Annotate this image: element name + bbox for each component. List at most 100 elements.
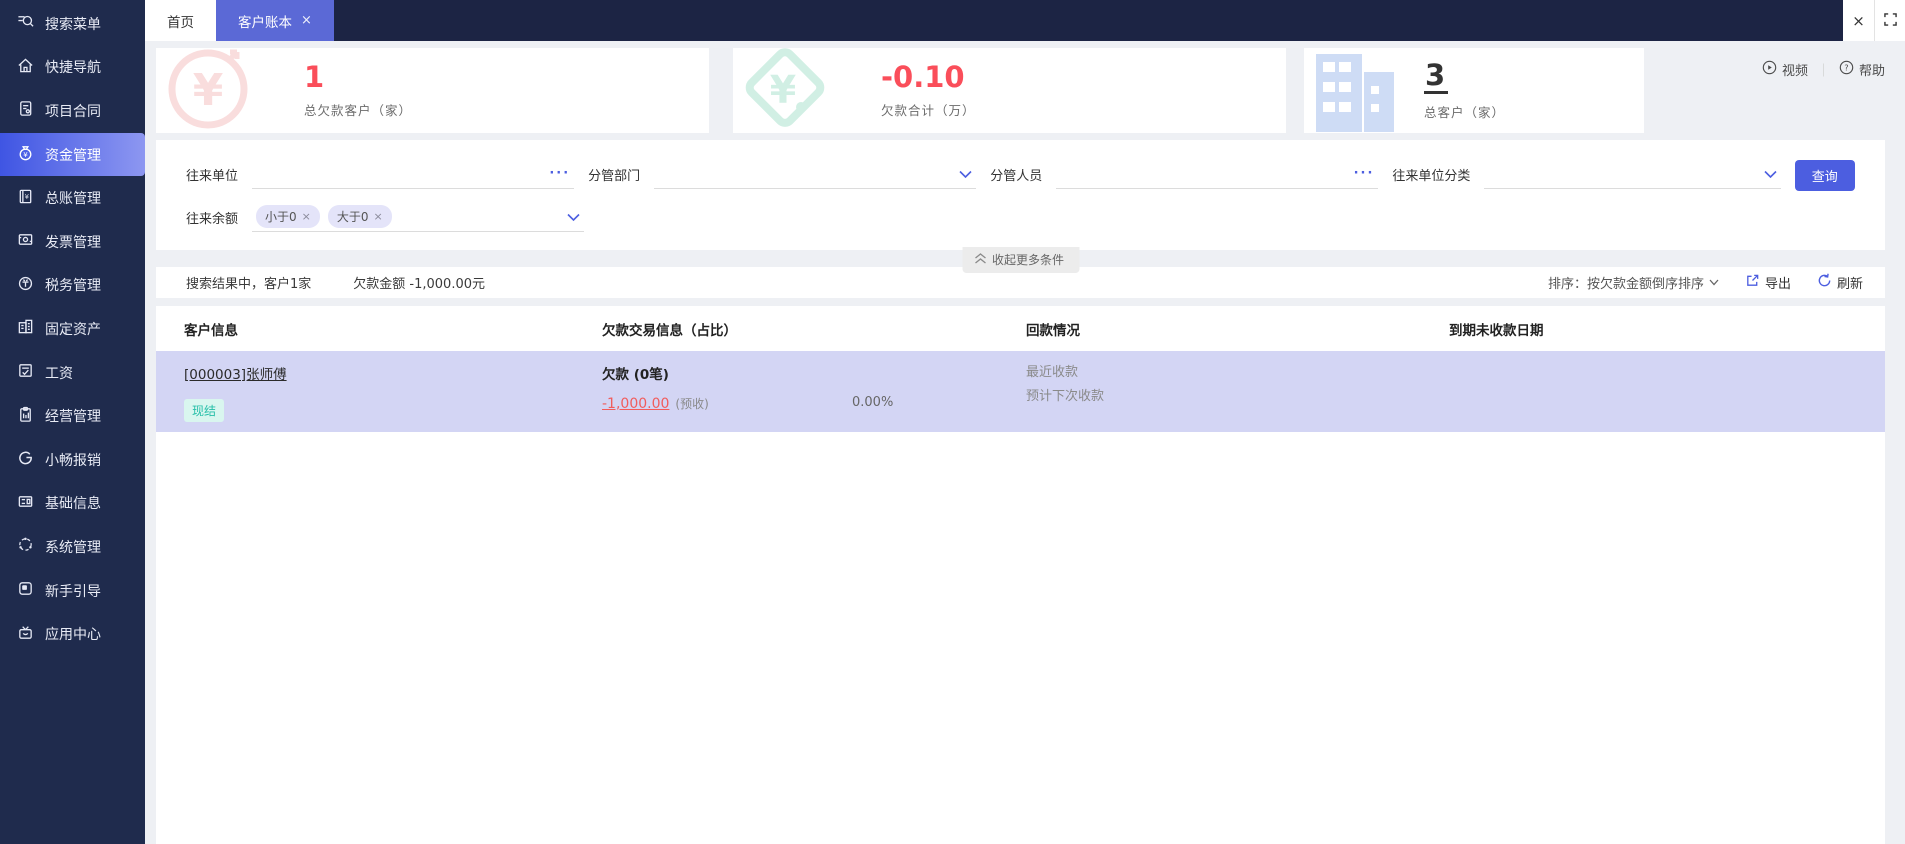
debt-count: 欠款 (0笔)	[602, 367, 669, 383]
yuan-diamond-icon: ¥	[739, 48, 831, 133]
filter-field-balance: 往来余额 小于0 × 大于0 ×	[186, 205, 584, 232]
divider: ｜	[1816, 64, 1830, 79]
unit-input[interactable]: ···	[252, 162, 575, 189]
ellipsis-picker-icon[interactable]: ···	[549, 167, 570, 180]
card-total-debt-customers: ¥ 1 总欠款客户（家）	[156, 48, 709, 133]
chevron-down-icon	[1709, 275, 1719, 290]
tab-customer-ledger[interactable]: 客户账本 ×	[216, 0, 334, 41]
sidebar-item-xiaochang-reimburse[interactable]: 小畅报销	[0, 438, 145, 482]
customer-table: 客户信息 欠款交易信息（占比） 回款情况 到期未收款日期 [000003]张师傅…	[156, 306, 1885, 844]
video-link[interactable]: 视频	[1762, 60, 1808, 79]
buildings-icon	[1310, 48, 1406, 133]
tag-close-icon[interactable]: ×	[302, 210, 311, 223]
fullscreen-button[interactable]	[1874, 0, 1905, 41]
sidebar-item-label: 小畅报销	[45, 452, 101, 469]
ellipsis-picker-icon[interactable]: ···	[1354, 167, 1375, 180]
filter-row-1: 往来单位 ··· 分管部门 分管人员 ··· 往来单位分类 查询	[186, 160, 1856, 191]
sidebar-item-label: 总账管理	[45, 191, 101, 208]
field-label: 往来单位	[186, 169, 239, 184]
recent-payment-label: 最近收款	[1026, 365, 1079, 380]
filter-panel: 往来单位 ··· 分管部门 分管人员 ··· 往来单位分类 查询 往来余额 小于…	[156, 140, 1885, 273]
sidebar-item-label: 项目合同	[45, 103, 101, 120]
sort-control[interactable]: 排序：按欠款金额倒序排序	[1548, 273, 1719, 292]
card-label: 总欠款客户（家）	[304, 102, 413, 118]
svg-text:¥: ¥	[770, 68, 796, 112]
chevron-down-icon[interactable]	[567, 207, 580, 226]
system-icon	[17, 536, 34, 557]
sidebar-item-salary[interactable]: 工资	[0, 351, 145, 395]
close-tab-button[interactable]: ×	[1843, 0, 1874, 41]
summary-cards: ¥ 1 总欠款客户（家） ¥ -0.10 欠款合计（万） 3 总客户（家） 视频…	[156, 48, 1885, 133]
customer-link[interactable]: [000003]张师傅	[184, 367, 287, 383]
clipboard-icon	[17, 406, 34, 427]
ledger-icon: ¥	[17, 188, 34, 209]
tab-close-icon[interactable]: ×	[301, 13, 312, 28]
sidebar-item-app-center[interactable]: 应用中心	[0, 612, 145, 656]
filter-tag-greater-than-zero[interactable]: 大于0 ×	[327, 205, 392, 228]
sidebar-item-funds-management[interactable]: ¥ 资金管理	[0, 132, 145, 177]
building-icon	[17, 318, 34, 339]
tab-bar: 首页 客户账本 × ×	[145, 0, 1905, 41]
id-card-icon	[17, 493, 34, 514]
sidebar-item-label: 资金管理	[45, 147, 101, 164]
sidebar-item-tax-management[interactable]: 税务管理	[0, 264, 145, 308]
dept-select[interactable]	[654, 162, 977, 189]
help-label: 帮助	[1858, 64, 1885, 79]
sidebar-item-label: 发票管理	[45, 234, 101, 251]
category-select[interactable]	[1484, 162, 1781, 189]
sidebar-item-quick-nav[interactable]: 快捷导航	[0, 46, 145, 90]
export-button[interactable]: 导出	[1745, 273, 1791, 292]
export-label: 导出	[1764, 277, 1791, 292]
filter-tag-less-than-zero[interactable]: 小于0 ×	[256, 205, 320, 228]
header-debt-info: 欠款交易信息（占比）	[602, 322, 737, 339]
debt-amount-note: (预收)	[675, 397, 709, 411]
sidebar-item-operations-management[interactable]: 经营管理	[0, 394, 145, 438]
sort-label: 排序：按欠款金额倒序排序	[1547, 277, 1704, 292]
sidebar-item-system-management[interactable]: 系统管理	[0, 525, 145, 569]
sidebar-item-search-menu[interactable]: 搜索菜单	[0, 2, 145, 46]
tag-close-icon[interactable]: ×	[374, 210, 383, 223]
sidebar-item-fixed-assets[interactable]: 固定资产	[0, 307, 145, 351]
svg-text:¥: ¥	[25, 193, 29, 201]
tab-bar-spacer	[334, 0, 1843, 41]
person-input[interactable]: ···	[1056, 162, 1379, 189]
filter-field-dept: 分管部门	[588, 162, 977, 189]
search-button[interactable]: 查询	[1794, 160, 1856, 191]
sidebar-item-project-contract[interactable]: 项目合同	[0, 89, 145, 133]
close-icon: ×	[1852, 11, 1865, 30]
field-label: 分管人员	[990, 169, 1043, 184]
sidebar-item-basic-info[interactable]: 基础信息	[0, 482, 145, 526]
table-row[interactable]: [000003]张师傅 现结 欠款 (0笔) -1,000.00 (预收) 0.…	[156, 351, 1885, 432]
yuan-circle-icon: ¥	[162, 48, 254, 133]
payment-type-badge: 现结	[184, 399, 225, 422]
field-label: 往来余额	[186, 212, 239, 227]
tax-icon	[17, 275, 34, 296]
sidebar-item-label: 新手引导	[45, 583, 101, 600]
results-amount: 欠款金额 -1,000.00元	[353, 277, 485, 292]
sidebar-item-label: 固定资产	[45, 321, 101, 338]
debt-amount-link[interactable]: -1,000.00	[602, 396, 669, 412]
help-link[interactable]: ? 帮助	[1839, 60, 1885, 79]
sidebar-item-newbie-guide[interactable]: 新手引导	[0, 569, 145, 613]
field-label: 往来单位分类	[1392, 169, 1471, 184]
svg-text:?: ?	[1844, 64, 1848, 73]
tag-label: 小于0	[265, 210, 297, 224]
page-content: ¥ 1 总欠款客户（家） ¥ -0.10 欠款合计（万） 3 总客户（家） 视频…	[145, 41, 1905, 844]
contract-icon	[17, 100, 34, 121]
sidebar-item-invoice-management[interactable]: 发票管理	[0, 220, 145, 264]
next-payment-label: 预计下次收款	[1026, 389, 1105, 405]
filter-field-category: 往来单位分类	[1392, 162, 1781, 189]
invoice-icon	[17, 231, 34, 252]
tv-icon	[17, 624, 34, 645]
search-icon	[17, 13, 34, 34]
tab-home[interactable]: 首页	[145, 0, 216, 41]
balance-select[interactable]: 小于0 × 大于0 ×	[252, 205, 584, 232]
chevron-down-icon[interactable]	[1763, 164, 1777, 183]
sidebar-item-general-ledger[interactable]: ¥ 总账管理	[0, 176, 145, 220]
results-actions: 排序：按欠款金额倒序排序 导出 刷新	[1548, 273, 1863, 292]
refresh-button[interactable]: 刷新	[1817, 273, 1863, 292]
cell-customer-info: [000003]张师傅 现结	[184, 363, 602, 422]
chevron-down-icon[interactable]	[959, 164, 972, 183]
refresh-icon	[1817, 273, 1832, 292]
collapse-more-filters[interactable]: 收起更多条件	[961, 247, 1080, 273]
